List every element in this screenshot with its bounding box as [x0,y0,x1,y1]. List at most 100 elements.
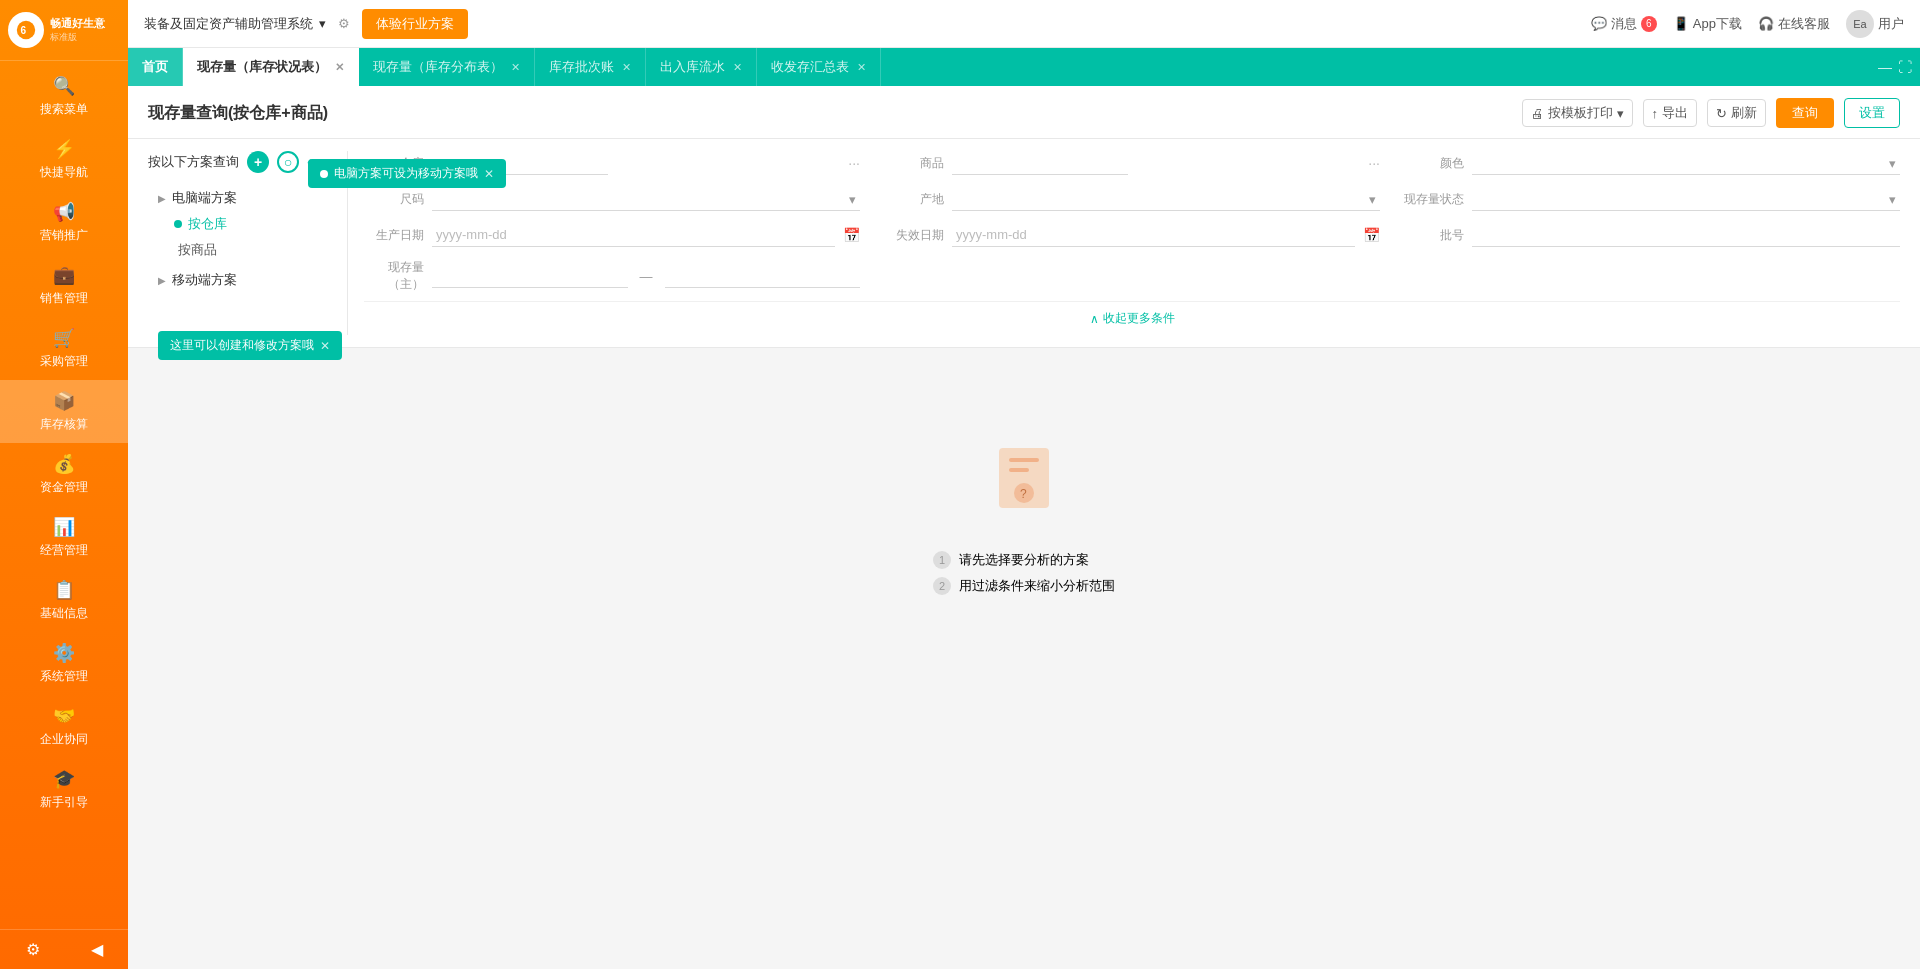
tab-home[interactable]: 首页 [128,48,183,86]
online-support-label: 在线客服 [1778,15,1830,33]
filter-area: 按以下方案查询 + ○ « 电脑方案可设为移动方案哦 ✕ 这里可 [128,139,1920,348]
sidebar-item-search-menu[interactable]: 🔍 搜索菜单 [0,65,128,128]
collapse-up-icon: ∧ [1090,312,1099,326]
stock-status-input[interactable] [1472,187,1900,211]
tab-in-out-flow[interactable]: 出入库流水 ✕ [646,48,757,86]
sidebar-item-finance[interactable]: 💰 资金管理 [0,443,128,506]
svg-text:?: ? [1020,487,1027,501]
sidebar-item-system[interactable]: ⚙️ 系统管理 [0,632,128,695]
color-label: 颜色 [1404,155,1464,172]
stock-status-filter: 现存量状态 ▾ [1404,187,1900,211]
collapse-more-button[interactable]: ∧ 收起更多条件 [364,301,1900,335]
edit-tooltip-text: 这里可以创建和修改方案哦 [170,337,314,354]
main-content: 装备及固定资产辅助管理系统 ▾ ⚙ 体验行业方案 💬 消息 6 📱 App下载 … [128,0,1920,969]
batch-input[interactable] [1472,223,1900,247]
scheme-tree: ▶ 电脑端方案 按仓库 按商品 [148,185,335,293]
sidebar-item-basic-info[interactable]: 📋 基础信息 [0,569,128,632]
template-print-icon: 🖨 [1531,106,1544,121]
scheme-mobile[interactable]: ▶ 移动端方案 [158,267,335,293]
settings-footer-icon[interactable]: ⚙ [26,940,40,959]
app-download-button[interactable]: 📱 App下载 [1673,15,1742,33]
basic-info-icon: 📋 [53,579,75,601]
size-input[interactable] [432,187,860,211]
sidebar-item-label: 采购管理 [40,353,88,370]
page-title: 现存量查询(按仓库+商品) [148,103,328,124]
sidebar-item-label: 营销推广 [40,227,88,244]
warehouse-more-icon[interactable]: ··· [848,155,860,171]
app-download-label: App下载 [1693,15,1742,33]
online-support-button[interactable]: 🎧 在线客服 [1758,15,1830,33]
system-name: 装备及固定资产辅助管理系统 [144,15,313,33]
sidebar: 6 畅通好生意 标准版 🔍 搜索菜单 ⚡ 快捷导航 📢 营销推广 💼 销售管理 … [0,0,128,969]
tab-receive-summary[interactable]: 收发存汇总表 ✕ [757,48,881,86]
sidebar-item-sales-mgmt[interactable]: 💼 销售管理 [0,254,128,317]
sidebar-footer: ⚙ ◀ [0,929,128,969]
scheme-desktop-item-1[interactable]: 按仓库 [174,211,335,237]
scheme-desktop-item-2[interactable]: 按商品 [174,237,335,263]
template-print-button[interactable]: 🖨 按模板打印 ▾ [1522,99,1633,127]
query-button[interactable]: 查询 [1776,98,1834,128]
export-label: 导出 [1662,104,1688,122]
goods-label: 商品 [884,155,944,172]
collapse-sidebar-icon[interactable]: ◀ [91,940,103,959]
stock-main-label: 现存量（主） [364,259,424,293]
tab-in-out-flow-close[interactable]: ✕ [733,61,742,74]
tab-inventory-status-close[interactable]: ✕ [335,61,344,74]
sidebar-item-cooperation[interactable]: 🤝 企业协同 [0,695,128,758]
tooltip-scheme-close[interactable]: ✕ [484,167,494,181]
stock-main-to[interactable] [665,264,861,288]
app-download-icon: 📱 [1673,16,1689,31]
tab-batch-ledger-close[interactable]: ✕ [622,61,631,74]
export-button[interactable]: ↑ 导出 [1643,99,1698,127]
edit-scheme-button[interactable]: ○ [277,151,299,173]
sidebar-item-label: 系统管理 [40,668,88,685]
scheme-desktop[interactable]: ▶ 电脑端方案 [158,185,335,211]
tab-minimize-icon[interactable]: — [1878,59,1892,75]
template-print-arrow: ▾ [1617,106,1624,121]
tab-inventory-status[interactable]: 现存量（库存状况表） ✕ [183,48,359,86]
sidebar-item-guide[interactable]: 🎓 新手引导 [0,758,128,821]
tab-receive-summary-close[interactable]: ✕ [857,61,866,74]
add-scheme-button[interactable]: + [247,151,269,173]
expiry-date-calendar-icon[interactable]: 📅 [1363,227,1380,243]
user-menu[interactable]: Ea 用户 [1846,10,1904,38]
sidebar-item-purchase-mgmt[interactable]: 🛒 采购管理 [0,317,128,380]
edit-tooltip-close[interactable]: ✕ [320,339,330,353]
sidebar-item-inventory[interactable]: 📦 库存核算 [0,380,128,443]
message-button[interactable]: 💬 消息 6 [1591,15,1657,33]
tab-inventory-dist[interactable]: 现存量（库存分布表） ✕ [359,48,535,86]
topbar-gear-icon[interactable]: ⚙ [338,16,350,31]
sidebar-item-quick-nav[interactable]: ⚡ 快捷导航 [0,128,128,191]
origin-input[interactable] [952,187,1380,211]
goods-more-icon[interactable]: ··· [1368,155,1380,171]
sidebar-item-label: 销售管理 [40,290,88,307]
scheme-tooltip: 电脑方案可设为移动方案哦 ✕ [308,159,506,188]
export-icon: ↑ [1652,106,1659,121]
scheme-mobile-label: 移动端方案 [172,271,237,289]
tooltip-dot [320,170,328,178]
settings-button[interactable]: 设置 [1844,98,1900,128]
production-date-input[interactable] [432,223,835,247]
logo-icon: 6 [8,12,44,48]
sidebar-item-operations[interactable]: 📊 经营管理 [0,506,128,569]
tab-inventory-dist-close[interactable]: ✕ [511,61,520,74]
sidebar-item-sales-promo[interactable]: 📢 营销推广 [0,191,128,254]
tab-inventory-dist-label: 现存量（库存分布表） [373,58,503,76]
refresh-button[interactable]: ↻ 刷新 [1707,99,1766,127]
color-input[interactable] [1472,151,1900,175]
tab-batch-ledger[interactable]: 库存批次账 ✕ [535,48,646,86]
experience-plan-button[interactable]: 体验行业方案 [362,9,468,39]
stock-main-from[interactable] [432,264,628,288]
expiry-date-input[interactable] [952,223,1355,247]
expiry-date-filter: 失效日期 📅 [884,223,1380,247]
color-filter: 颜色 ▾ [1404,151,1900,175]
step-1-num: 1 [933,551,951,569]
topbar-system: 装备及固定资产辅助管理系统 ▾ [144,15,326,33]
empty-step-1: 1 请先选择要分析的方案 [933,551,1115,569]
tab-receive-summary-label: 收发存汇总表 [771,58,849,76]
production-date-calendar-icon[interactable]: 📅 [843,227,860,243]
tab-maximize-icon[interactable]: ⛶ [1898,59,1912,75]
goods-input[interactable] [952,151,1128,175]
tab-in-out-flow-label: 出入库流水 [660,58,725,76]
message-icon: 💬 [1591,16,1607,31]
